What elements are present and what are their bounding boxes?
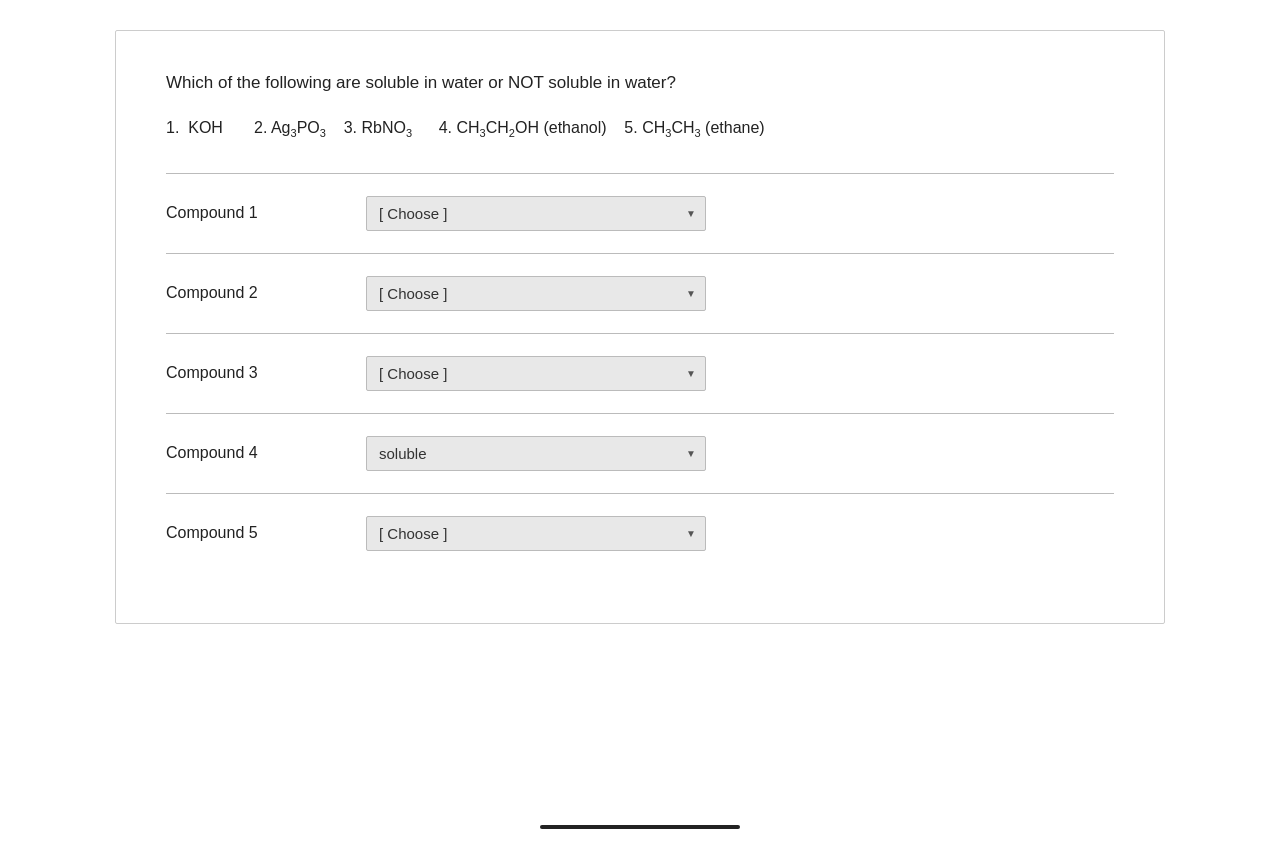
compound-2-label: Compound 2 bbox=[166, 284, 366, 302]
compound-3-select[interactable]: [ Choose ] soluble NOT soluble bbox=[366, 356, 706, 391]
bottom-bar bbox=[540, 825, 740, 829]
compound-1-label: Compound 1 bbox=[166, 204, 366, 222]
compound-3-row: Compound 3 [ Choose ] soluble NOT solubl… bbox=[166, 334, 1114, 414]
compound-5-select-wrapper: [ Choose ] soluble NOT soluble ▼ bbox=[366, 516, 706, 551]
compound-2-select[interactable]: [ Choose ] soluble NOT soluble bbox=[366, 276, 706, 311]
compound-2-select-wrapper: [ Choose ] soluble NOT soluble ▼ bbox=[366, 276, 706, 311]
compound-5-label: Compound 5 bbox=[166, 524, 366, 542]
compound-3-select-wrapper: [ Choose ] soluble NOT soluble ▼ bbox=[366, 356, 706, 391]
compound-list: 1. KOH 2. Ag3PO3 3. RbNO3 4. CH3CH2OH (e… bbox=[166, 115, 1114, 143]
quiz-container: Which of the following are soluble in wa… bbox=[115, 30, 1165, 624]
compound-4-select[interactable]: [ Choose ] soluble NOT soluble bbox=[366, 436, 706, 471]
question-text: Which of the following are soluble in wa… bbox=[166, 71, 1114, 95]
compound-4-label: Compound 4 bbox=[166, 444, 366, 462]
compound-5-row: Compound 5 [ Choose ] soluble NOT solubl… bbox=[166, 494, 1114, 573]
compound-1-select-wrapper: [ Choose ] soluble NOT soluble ▼ bbox=[366, 196, 706, 231]
compound-3-label: Compound 3 bbox=[166, 364, 366, 382]
compound-4-select-wrapper: [ Choose ] soluble NOT soluble ▼ bbox=[366, 436, 706, 471]
compound-5-select[interactable]: [ Choose ] soluble NOT soluble bbox=[366, 516, 706, 551]
page-wrapper: Which of the following are soluble in wa… bbox=[20, 20, 1260, 624]
compound-2-row: Compound 2 [ Choose ] soluble NOT solubl… bbox=[166, 254, 1114, 334]
compound-1-row: Compound 1 [ Choose ] soluble NOT solubl… bbox=[166, 174, 1114, 254]
compound-4-row: Compound 4 [ Choose ] soluble NOT solubl… bbox=[166, 414, 1114, 494]
compound-1-select[interactable]: [ Choose ] soluble NOT soluble bbox=[366, 196, 706, 231]
